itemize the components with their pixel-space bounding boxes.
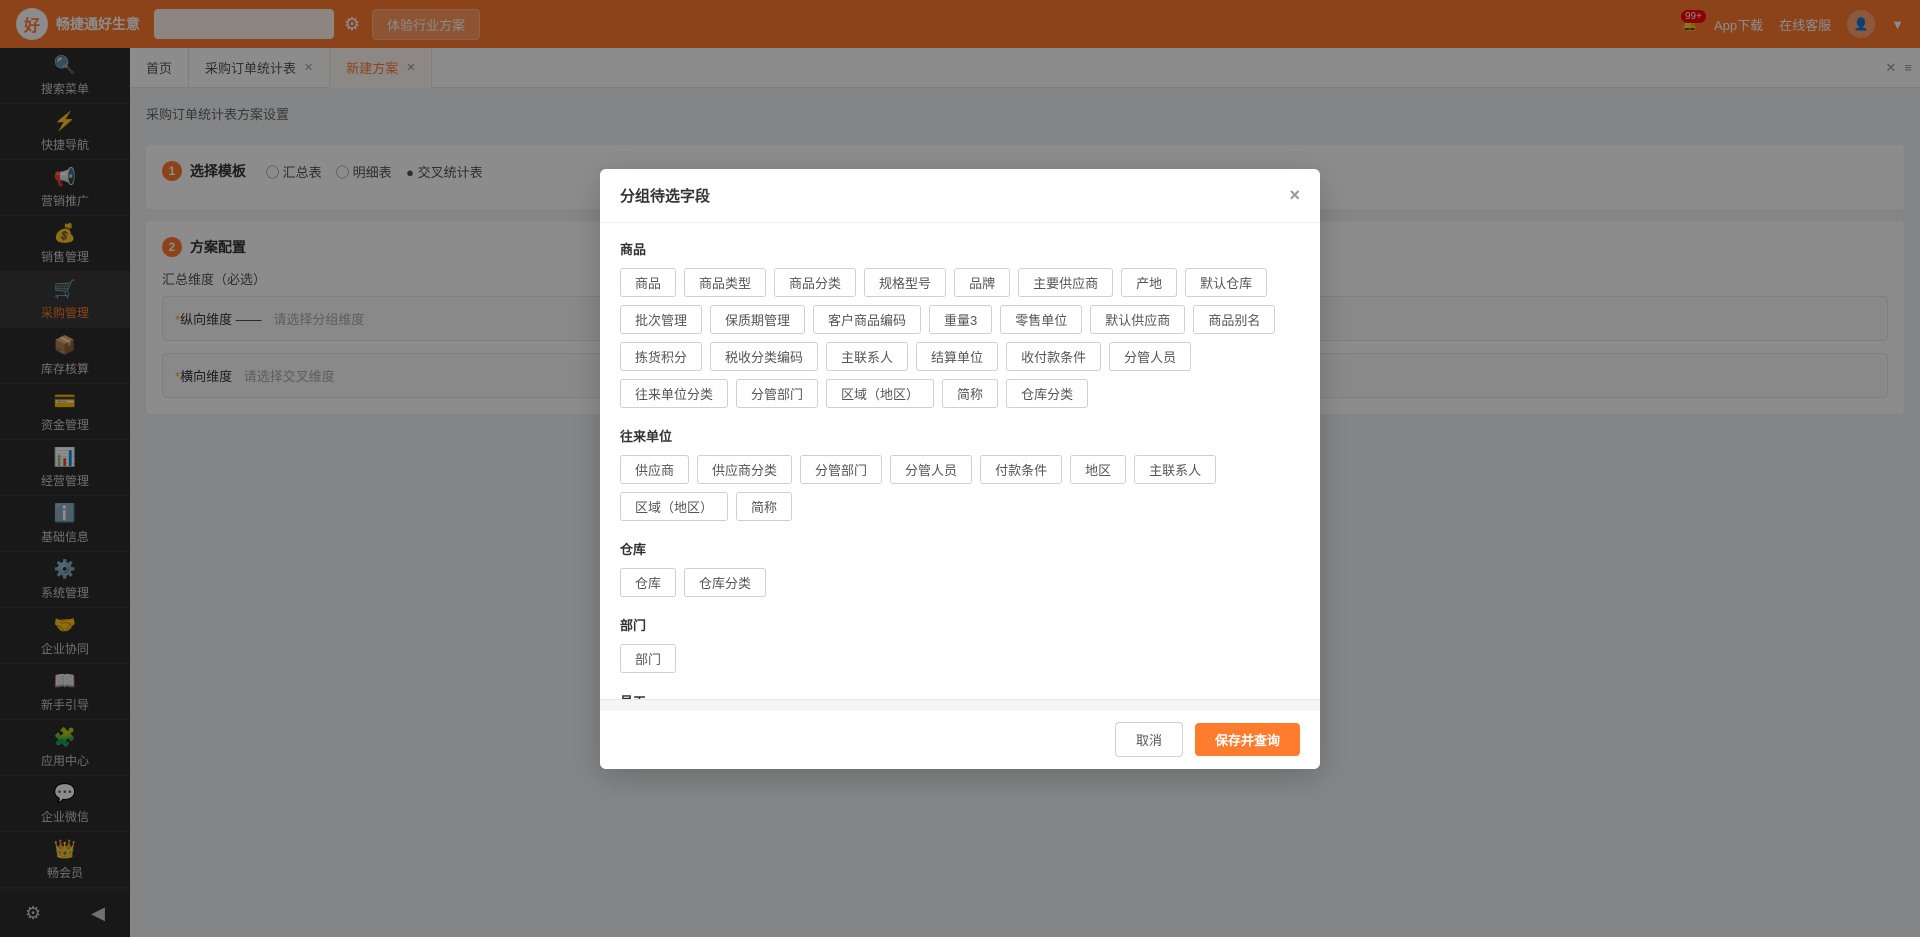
field-tag-1-4[interactable]: 付款条件 bbox=[980, 455, 1062, 484]
cancel-button[interactable]: 取消 bbox=[1115, 722, 1183, 757]
section-title-4: 员工 bbox=[620, 691, 1300, 700]
field-tag-1-0[interactable]: 供应商 bbox=[620, 455, 689, 484]
field-tag-0-3[interactable]: 规格型号 bbox=[864, 268, 946, 297]
confirm-button[interactable]: 保存并查询 bbox=[1195, 723, 1300, 756]
field-tag-1-2[interactable]: 分管部门 bbox=[800, 455, 882, 484]
modal-body: 商品商品商品类型商品分类规格型号品牌主要供应商产地默认仓库批次管理保质期管理客户… bbox=[600, 223, 1320, 700]
field-tag-0-2[interactable]: 商品分类 bbox=[774, 268, 856, 297]
field-tag-0-9[interactable]: 保质期管理 bbox=[710, 305, 805, 334]
field-tag-3-0[interactable]: 部门 bbox=[620, 644, 676, 673]
section-title-0: 商品 bbox=[620, 239, 1300, 258]
modal-title: 分组待选字段 bbox=[620, 185, 710, 206]
field-tag-2-0[interactable]: 仓库 bbox=[620, 568, 676, 597]
modal-close-btn[interactable]: × bbox=[1289, 186, 1300, 204]
field-tag-0-11[interactable]: 重量3 bbox=[929, 305, 992, 334]
field-tag-0-14[interactable]: 商品别名 bbox=[1193, 305, 1275, 334]
field-tags-3: 部门 bbox=[620, 644, 1300, 673]
field-tags-1: 供应商供应商分类分管部门分管人员付款条件地区主联系人区域（地区） 简称 bbox=[620, 455, 1300, 521]
field-tag-1-1[interactable]: 供应商分类 bbox=[697, 455, 792, 484]
field-tag-0-24[interactable]: 简称 bbox=[942, 379, 998, 408]
field-tag-0-8[interactable]: 批次管理 bbox=[620, 305, 702, 334]
field-tag-0-19[interactable]: 收付款条件 bbox=[1006, 342, 1101, 371]
field-section-往来单位: 往来单位供应商供应商分类分管部门分管人员付款条件地区主联系人区域（地区） 简称 bbox=[620, 426, 1300, 521]
modal-scroll-bottom bbox=[600, 699, 1320, 708]
field-tag-0-10[interactable]: 客户商品编码 bbox=[813, 305, 921, 334]
field-tag-0-21[interactable]: 往来单位分类 bbox=[620, 379, 728, 408]
modal: 分组待选字段 × 商品商品商品类型商品分类规格型号品牌主要供应商产地默认仓库批次… bbox=[600, 169, 1320, 769]
field-tag-0-20[interactable]: 分管人员 bbox=[1109, 342, 1191, 371]
field-tag-1-5[interactable]: 地区 bbox=[1070, 455, 1126, 484]
field-tags-0: 商品商品类型商品分类规格型号品牌主要供应商产地默认仓库批次管理保质期管理客户商品… bbox=[620, 268, 1300, 408]
field-tag-0-7[interactable]: 默认仓库 bbox=[1185, 268, 1267, 297]
section-title-1: 往来单位 bbox=[620, 426, 1300, 445]
section-title-2: 仓库 bbox=[620, 539, 1300, 558]
field-tag-1-6[interactable]: 主联系人 bbox=[1134, 455, 1216, 484]
field-tag-0-4[interactable]: 品牌 bbox=[954, 268, 1010, 297]
overlay: 分组待选字段 × 商品商品商品类型商品分类规格型号品牌主要供应商产地默认仓库批次… bbox=[0, 0, 1920, 937]
field-tag-0-13[interactable]: 默认供应商 bbox=[1090, 305, 1185, 334]
field-tag-0-25[interactable]: 仓库分类 bbox=[1006, 379, 1088, 408]
field-tag-0-5[interactable]: 主要供应商 bbox=[1018, 268, 1113, 297]
modal-header: 分组待选字段 × bbox=[600, 169, 1320, 223]
field-tag-0-22[interactable]: 分管部门 bbox=[736, 379, 818, 408]
field-tags-2: 仓库仓库分类 bbox=[620, 568, 1300, 597]
field-tag-0-1[interactable]: 商品类型 bbox=[684, 268, 766, 297]
field-tag-0-6[interactable]: 产地 bbox=[1121, 268, 1177, 297]
modal-footer: 取消 保存并查询 bbox=[600, 709, 1320, 769]
field-tag-1-8[interactable]: 简称 bbox=[736, 492, 792, 521]
field-tag-0-17[interactable]: 主联系人 bbox=[826, 342, 908, 371]
field-tag-1-3[interactable]: 分管人员 bbox=[890, 455, 972, 484]
section-title-3: 部门 bbox=[620, 615, 1300, 634]
field-tag-0-15[interactable]: 拣货积分 bbox=[620, 342, 702, 371]
field-section-仓库: 仓库仓库仓库分类 bbox=[620, 539, 1300, 597]
field-section-员工: 员工业务员 bbox=[620, 691, 1300, 700]
field-tag-0-16[interactable]: 税收分类编码 bbox=[710, 342, 818, 371]
field-tag-2-1[interactable]: 仓库分类 bbox=[684, 568, 766, 597]
field-tag-0-18[interactable]: 结算单位 bbox=[916, 342, 998, 371]
field-section-部门: 部门部门 bbox=[620, 615, 1300, 673]
field-tag-0-12[interactable]: 零售单位 bbox=[1000, 305, 1082, 334]
field-tag-0-23[interactable]: 区域（地区） bbox=[826, 379, 934, 408]
field-tag-0-0[interactable]: 商品 bbox=[620, 268, 676, 297]
field-section-商品: 商品商品商品类型商品分类规格型号品牌主要供应商产地默认仓库批次管理保质期管理客户… bbox=[620, 239, 1300, 408]
field-tag-1-7[interactable]: 区域（地区） bbox=[620, 492, 728, 521]
